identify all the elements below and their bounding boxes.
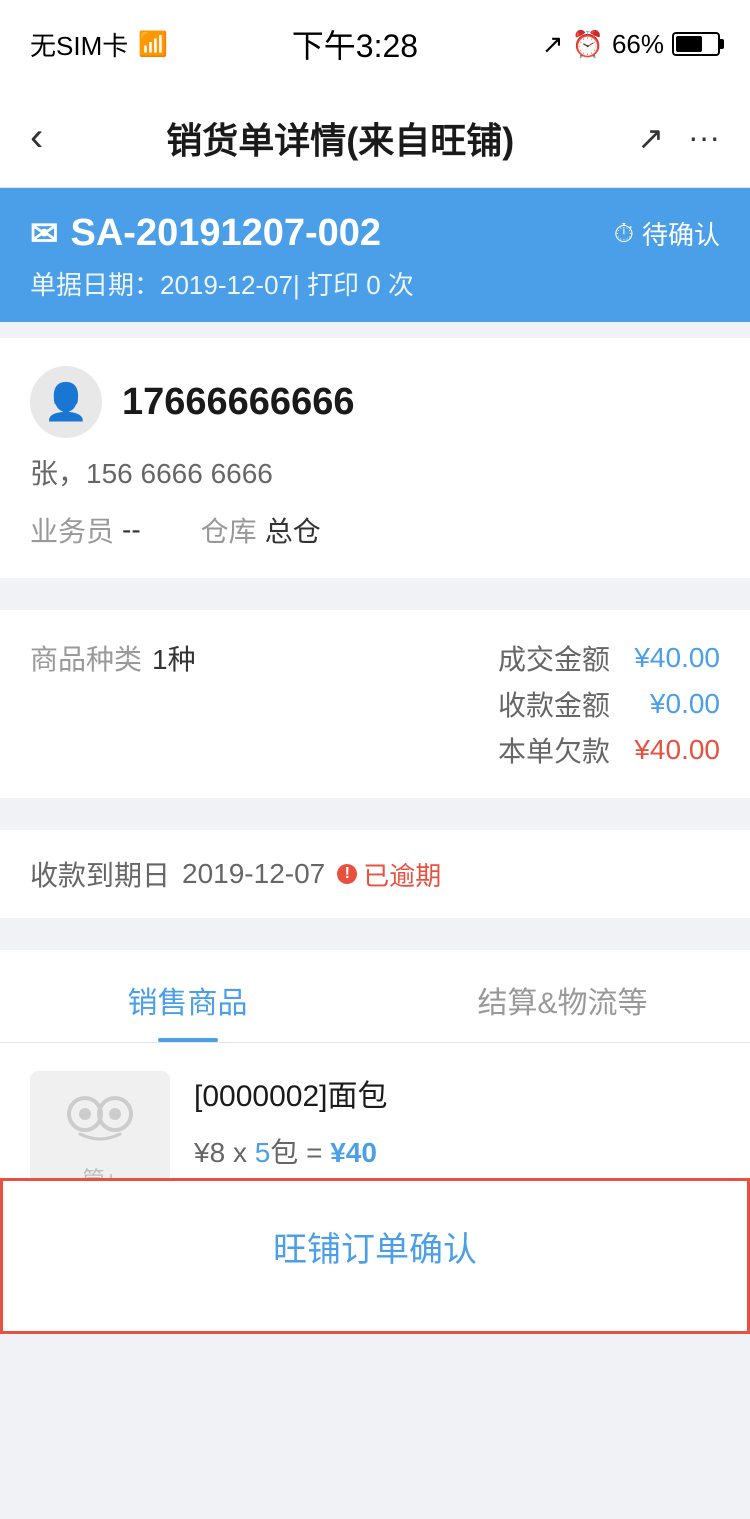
order-icon: ✉ <box>30 214 59 254</box>
due-date-value: 2019-12-07 <box>182 858 325 890</box>
battery-text: 66% <box>612 29 664 60</box>
order-id-row: ✉ SA-20191207-002 <box>30 212 381 255</box>
time-display: 下午3:28 <box>292 21 418 67</box>
divider-1 <box>0 578 750 594</box>
product-logo-icon <box>60 1089 140 1158</box>
equals-sign: = <box>306 1137 322 1168</box>
owed-amount-row: 本单欠款 ¥40.00 <box>498 730 720 770</box>
category-info: 商品种类 1种 <box>30 638 196 678</box>
divider-2 <box>0 798 750 814</box>
product-name: [0000002]面包 <box>194 1071 387 1115</box>
tab-sales-product[interactable]: 销售商品 <box>0 950 375 1042</box>
due-date-card: 收款到期日 2019-12-07 ! 已逾期 <box>0 830 750 918</box>
battery-indicator <box>672 32 720 56</box>
overdue-text: 已逾期 <box>363 856 441 893</box>
warehouse-meta: 仓库 总仓 <box>201 510 321 550</box>
received-amount-label: 收款金额 <box>498 684 610 724</box>
more-icon[interactable]: ··· <box>688 119 720 156</box>
product-info: [0000002]面包 ¥8 x 5包 = ¥40 <box>194 1071 387 1171</box>
tab-settlement[interactable]: 结算&物流等 <box>375 950 750 1042</box>
customer-card: 👤 17666666666 张，156 6666 6666 业务员 -- 仓库 … <box>0 338 750 578</box>
page-title: 销货单详情(来自旺铺) <box>166 112 514 164</box>
overdue-badge: ! 已逾期 <box>337 856 441 893</box>
order-status: ⏱ 待确认 <box>614 215 720 252</box>
nav-bar: ‹ 销货单详情(来自旺铺) ↗ ··· <box>0 88 750 188</box>
status-bar: 无SIM卡 📶 下午3:28 ↗ ⏰ 66% <box>0 0 750 88</box>
status-text: 待确认 <box>642 215 720 252</box>
location-icon: ↗ <box>542 29 564 60</box>
warehouse-value: 总仓 <box>265 510 321 550</box>
confirm-button-container: 旺铺订单确认 <box>0 1178 750 1334</box>
due-date-label: 收款到期日 <box>30 854 170 894</box>
alarm-icon: ⏰ <box>572 29 604 60</box>
summary-row: 商品种类 1种 成交金额 ¥40.00 收款金额 ¥0.00 本单欠款 ¥40.… <box>30 638 720 770</box>
order-id-text: SA-20191207-002 <box>71 212 382 255</box>
salesperson-meta: 业务员 -- <box>30 510 141 550</box>
overdue-icon: ! <box>337 864 357 884</box>
customer-phone-row: 👤 17666666666 <box>30 366 720 438</box>
deal-amount-value: ¥40.00 <box>620 642 720 674</box>
status-left: 无SIM卡 📶 <box>30 26 168 63</box>
customer-name: 张，156 6666 6666 <box>30 452 720 492</box>
status-clock-icon: ⏱ <box>614 218 634 250</box>
divider-3 <box>0 918 750 934</box>
order-date: 2019-12-07 <box>160 270 293 300</box>
customer-phone: 17666666666 <box>122 381 354 424</box>
received-amount-row: 收款金额 ¥0.00 <box>498 684 720 724</box>
back-button[interactable]: ‹ <box>30 115 43 160</box>
deal-amount-label: 成交金额 <box>498 638 610 678</box>
owed-amount-value: ¥40.00 <box>620 734 720 766</box>
summary-card: 商品种类 1种 成交金额 ¥40.00 收款金额 ¥0.00 本单欠款 ¥40.… <box>0 610 750 798</box>
deal-amount-row: 成交金额 ¥40.00 <box>498 638 720 678</box>
category-value: 1种 <box>152 638 196 678</box>
order-date-row: 单据日期：2019-12-07| 打印 0 次 <box>30 265 720 302</box>
tabs-row: 销售商品 结算&物流等 <box>0 950 750 1042</box>
product-unit: 包 <box>270 1137 298 1168</box>
salesperson-label: 业务员 <box>30 510 114 550</box>
order-header-card: ✉ SA-20191207-002 ⏱ 待确认 单据日期：2019-12-07|… <box>0 188 750 322</box>
avatar-icon: 👤 <box>44 381 89 423</box>
print-info: | 打印 0 次 <box>293 270 414 300</box>
category-label: 商品种类 <box>30 638 142 678</box>
owed-amount-label: 本单欠款 <box>498 730 610 770</box>
product-title: 面包 <box>327 1080 387 1113</box>
tab-sales-label: 销售商品 <box>128 987 248 1020</box>
date-label: 单据日期： <box>30 270 160 300</box>
wifi-icon: 📶 <box>138 30 168 59</box>
warehouse-label: 仓库 <box>201 510 257 550</box>
amount-info: 成交金额 ¥40.00 收款金额 ¥0.00 本单欠款 ¥40.00 <box>498 638 720 770</box>
tab-settlement-label: 结算&物流等 <box>477 987 647 1020</box>
share-icon[interactable]: ↗ <box>637 119 664 157</box>
product-total: ¥40 <box>330 1137 377 1168</box>
nav-actions: ↗ ··· <box>637 119 720 157</box>
confirm-order-button[interactable]: 旺铺订单确认 <box>33 1201 717 1291</box>
received-amount-value: ¥0.00 <box>620 688 720 720</box>
product-code: [0000002] <box>194 1080 327 1113</box>
product-qty: 5 <box>255 1137 271 1168</box>
avatar: 👤 <box>30 366 102 438</box>
price-unit: ¥8 <box>194 1137 225 1168</box>
product-price: ¥8 x 5包 = ¥40 <box>194 1131 387 1171</box>
tabs-container: 销售商品 结算&物流等 <box>0 950 750 1043</box>
customer-meta: 业务员 -- 仓库 总仓 <box>30 510 720 550</box>
multiply-sign: x <box>233 1137 247 1168</box>
status-right: ↗ ⏰ 66% <box>542 29 720 60</box>
salesperson-value: -- <box>122 514 141 546</box>
carrier-text: 无SIM卡 <box>30 26 128 63</box>
